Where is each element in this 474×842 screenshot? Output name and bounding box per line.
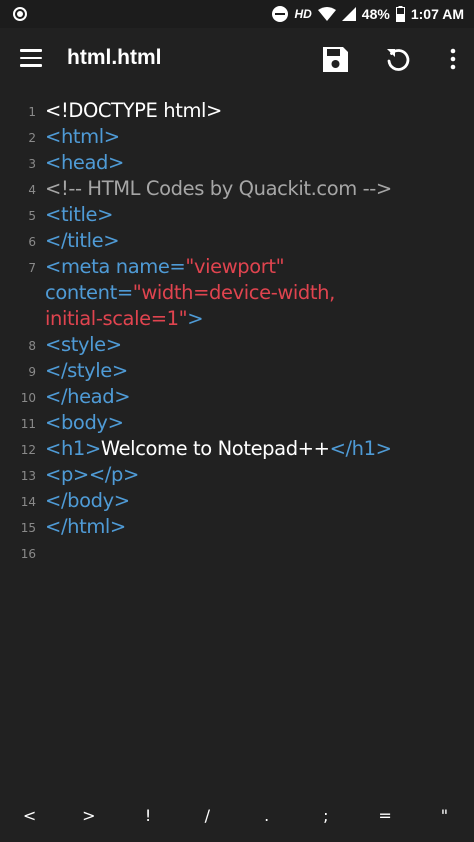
code-token-attr: content= (45, 281, 133, 304)
line-number: 16 (20, 547, 36, 561)
code-token-tag: <html> (45, 125, 120, 148)
symbol-key[interactable]: . (247, 806, 287, 825)
code-line[interactable]: 12 <h1>Welcome to Notepad++</h1> (0, 436, 474, 462)
line-number: 6 (28, 235, 36, 249)
hd-label: HD (294, 7, 312, 21)
code-token-comment: <!-- HTML Codes by Quackit.com --> (45, 177, 392, 200)
line-number: 10 (20, 391, 36, 405)
do-not-disturb-icon (272, 6, 289, 22)
menu-icon[interactable] (20, 49, 42, 71)
code-line[interactable]: 13 <p></p> (0, 462, 474, 488)
code-line[interactable]: 7 <meta name="viewport" content="width=de… (0, 254, 474, 332)
line-code: <p></p> (45, 462, 474, 488)
code-token-tag: > (187, 307, 204, 330)
code-line[interactable]: 4 <!-- HTML Codes by Quackit.com --> (0, 176, 474, 202)
code-token-tag: <p></p> (45, 463, 139, 486)
code-token-tag: <title> (45, 203, 114, 226)
line-number: 7 (28, 261, 36, 275)
line-code (45, 540, 474, 566)
symbol-key[interactable]: " (424, 806, 464, 825)
line-code: <meta name="viewport" content="width=dev… (45, 254, 474, 332)
status-bar: HD 48% 1:07 AM (0, 0, 474, 28)
line-code: <h1>Welcome to Notepad++</h1> (45, 436, 474, 462)
code-token-tag: <meta (45, 255, 116, 278)
line-code: <body> (45, 410, 474, 436)
code-line[interactable]: 16 (0, 540, 474, 566)
code-line[interactable]: 15 </html> (0, 514, 474, 540)
code-line[interactable]: 14 </body> (0, 488, 474, 514)
code-token-tag: </html> (45, 515, 126, 538)
battery-icon (395, 6, 405, 22)
code-token-val: "viewport" (185, 255, 285, 278)
code-token-attr: name= (115, 255, 186, 278)
line-code: <!DOCTYPE html> (45, 98, 474, 124)
more-vert-icon[interactable] (438, 44, 468, 74)
code-token-tag: </body> (45, 489, 130, 512)
line-code: <!-- HTML Codes by Quackit.com --> (45, 176, 474, 202)
code-token-tag: <style> (45, 333, 122, 356)
symbol-key[interactable]: / (187, 806, 227, 825)
line-number: 1 (28, 105, 36, 119)
code-token-tag: </head> (45, 385, 131, 408)
code-token-tag: <body> (45, 411, 124, 434)
code-token-plain: Welcome to Notepad++ (100, 437, 330, 460)
signal-icon (341, 7, 356, 21)
symbol-key[interactable]: ; (306, 806, 346, 825)
code-editor[interactable]: 1 <!DOCTYPE html> 2 <html> 3 <head> 4 <!-- HTML… (0, 98, 474, 566)
line-number: 15 (20, 521, 36, 535)
line-number: 11 (20, 417, 36, 431)
line-number: 8 (28, 339, 36, 353)
code-line[interactable]: 11 <body> (0, 410, 474, 436)
symbol-key[interactable]: ! (128, 806, 168, 825)
line-number: 14 (20, 495, 36, 509)
code-token-plain: <!DOCTYPE html> (45, 99, 222, 122)
symbol-key[interactable]: > (69, 806, 109, 825)
code-line[interactable]: 6 </title> (0, 228, 474, 254)
line-number: 4 (28, 183, 36, 197)
line-code: </body> (45, 488, 474, 514)
line-code: </title> (45, 228, 474, 254)
line-code: </head> (45, 384, 474, 410)
code-token-tag: <h1> (45, 437, 101, 460)
symbol-bar: < >! /.; = " (0, 800, 474, 830)
code-line[interactable]: 9 </style> (0, 358, 474, 384)
line-number: 13 (20, 469, 36, 483)
line-number: 5 (28, 209, 36, 223)
wifi-icon (317, 7, 336, 21)
status-indicators: HD 48% 1:07 AM (272, 4, 464, 24)
line-code: <head> (45, 150, 474, 176)
code-token-tag: </title> (45, 229, 120, 252)
line-code: </style> (45, 358, 474, 384)
app-toolbar: html.html (0, 28, 474, 92)
file-title: html.html (67, 46, 162, 69)
line-number: 12 (20, 443, 36, 457)
code-line[interactable]: 3 <head> (0, 150, 474, 176)
line-code: <html> (45, 124, 474, 150)
line-number: 2 (28, 131, 36, 145)
code-line[interactable]: 8 <style> (0, 332, 474, 358)
code-line[interactable]: 1 <!DOCTYPE html> (0, 98, 474, 124)
line-code: <style> (45, 332, 474, 358)
clock: 1:07 AM (410, 6, 464, 22)
notification-dot-icon (13, 7, 27, 21)
battery-percent: 48% (361, 6, 390, 22)
save-icon[interactable] (320, 44, 350, 74)
symbol-key[interactable]: = (365, 806, 405, 825)
line-number: 9 (28, 365, 36, 379)
line-code: </html> (45, 514, 474, 540)
undo-icon[interactable] (383, 44, 413, 74)
line-number: 3 (28, 157, 36, 171)
code-line[interactable]: 2 <html> (0, 124, 474, 150)
code-token-tag: <head> (45, 151, 124, 174)
code-line[interactable]: 5 <title> (0, 202, 474, 228)
code-token-tag: </h1> (329, 437, 392, 460)
symbol-key[interactable]: < (10, 806, 50, 825)
code-line[interactable]: 10 </head> (0, 384, 474, 410)
code-token-tag: </style> (45, 359, 128, 382)
line-code: <title> (45, 202, 474, 228)
